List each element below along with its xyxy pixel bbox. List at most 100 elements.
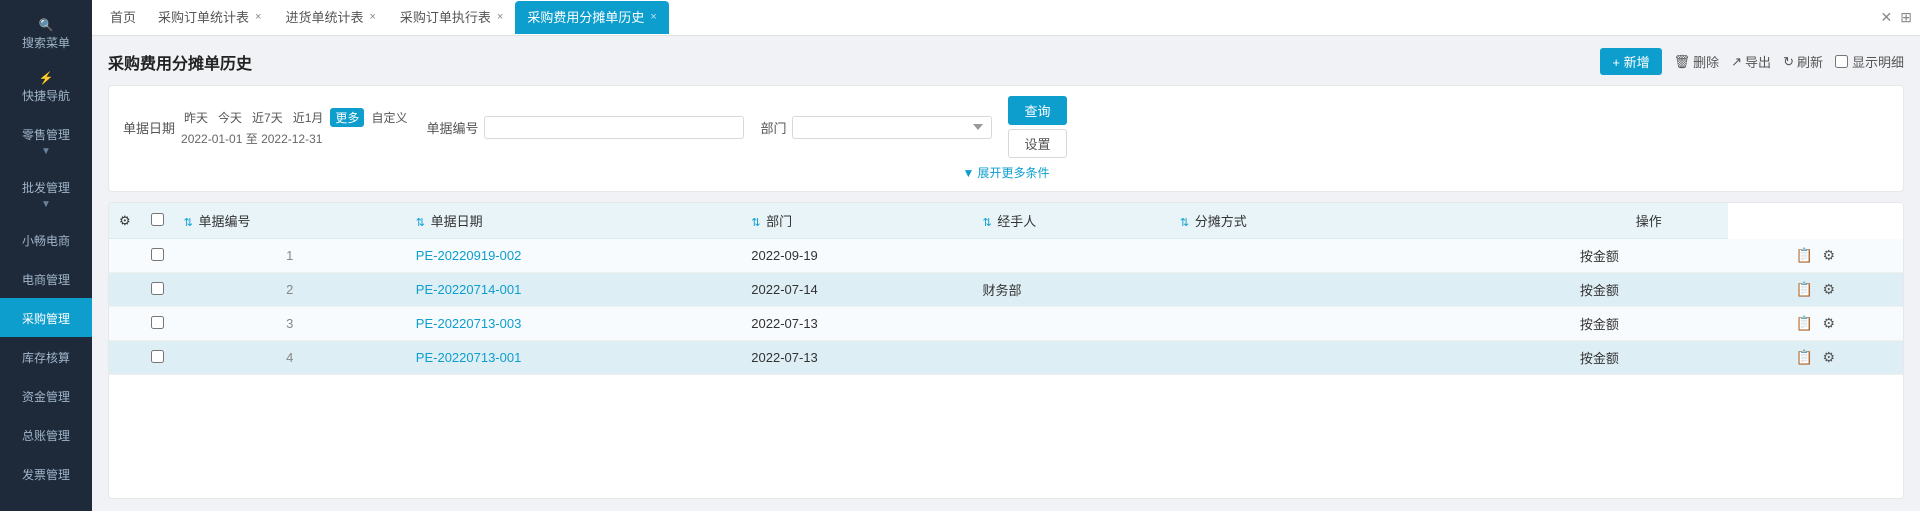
- show-labels-checkbox[interactable]: [1835, 55, 1848, 68]
- table-header-row: ⚙ ⇅ 单据编号 ⇅ 单据日期 ⇅: [109, 203, 1903, 239]
- row-settings-cell: [109, 273, 141, 307]
- date-shortcuts: 昨天 今天 近7天 近1月 更多 自定义 2022-01-01 至 2022-1…: [181, 108, 410, 147]
- shortcut-yesterday[interactable]: 昨天: [181, 108, 211, 127]
- tab-bar: 首页 采购订单统计表 × 进货单统计表 × 采购订单执行表 × 采购费用分摊单历…: [92, 0, 1920, 36]
- col-checkbox: [141, 203, 174, 239]
- edit-icon[interactable]: 📋: [1795, 247, 1812, 263]
- row-checkbox-cell[interactable]: [141, 341, 174, 375]
- table-row: 2 PE-20220714-001 2022-07-14 财务部 按金额 📋 ⚙: [109, 273, 1903, 307]
- doc-no-label: 单据编号: [426, 118, 478, 137]
- chevron-down-icon: ▼: [963, 166, 975, 180]
- date-label: 单据日期: [123, 118, 175, 137]
- close-tab-purchase-order-exec[interactable]: ×: [497, 11, 503, 23]
- sort-icon-doc-no: ⇅: [184, 217, 193, 229]
- tab-purchase-cost-history[interactable]: 采购费用分摊单历史 ×: [515, 1, 668, 34]
- sidebar-item-invoice[interactable]: 发票管理: [0, 454, 92, 493]
- query-button[interactable]: 查询: [1008, 96, 1066, 125]
- row-checkbox-cell[interactable]: [141, 239, 174, 273]
- refresh-button[interactable]: ↻ 刷新: [1783, 52, 1823, 71]
- date-range-display: 2022-01-01 至 2022-12-31: [181, 130, 410, 147]
- sidebar: 🔍 搜索菜单 ⚡ 快捷导航 零售管理 ▼ 批发管理 ▼ 小畅电商 电商管理 采购…: [0, 0, 92, 511]
- shortcut-today[interactable]: 今天: [215, 108, 245, 127]
- more-icon[interactable]: ⚙: [1823, 315, 1836, 331]
- show-labels-toggle[interactable]: 显示明细: [1835, 52, 1904, 71]
- export-button[interactable]: ↗ 导出: [1731, 52, 1771, 71]
- tab-home[interactable]: 首页: [100, 1, 146, 34]
- row-action-cell: 📋 ⚙: [1728, 239, 1903, 273]
- shortcut-1month[interactable]: 近1月: [290, 108, 327, 127]
- sidebar-item-purchase[interactable]: 采购管理: [0, 298, 92, 337]
- dept-select[interactable]: 财务部: [792, 116, 992, 139]
- row-settings-cell: [109, 307, 141, 341]
- col-settings[interactable]: ⚙: [109, 203, 141, 239]
- table-row: 4 PE-20220713-001 2022-07-13 按金额 📋 ⚙: [109, 341, 1903, 375]
- shortcut-7days[interactable]: 近7天: [249, 108, 286, 127]
- tab-purchase-order-exec[interactable]: 采购订单执行表 ×: [388, 1, 515, 34]
- filter-row: 单据日期 昨天 今天 近7天 近1月 更多 自定义 2022-01-01 至 2…: [123, 96, 1889, 158]
- expand-conditions-button[interactable]: ▼ 展开更多条件: [963, 164, 1050, 181]
- sidebar-item-ledger[interactable]: 总账管理: [0, 415, 92, 454]
- select-all-checkbox[interactable]: [151, 213, 164, 226]
- more-icon[interactable]: ⚙: [1823, 281, 1836, 297]
- sidebar-item-ecommerce[interactable]: 电商管理: [0, 259, 92, 298]
- sidebar-item-search[interactable]: 🔍 搜索菜单: [0, 8, 92, 61]
- tab-goods-stats[interactable]: 进货单统计表 ×: [273, 1, 387, 34]
- row-checkbox[interactable]: [151, 350, 164, 363]
- col-handler[interactable]: ⇅ 经手人: [972, 203, 1169, 239]
- doc-no-input[interactable]: [484, 116, 744, 139]
- edit-icon[interactable]: 📋: [1795, 349, 1812, 365]
- row-split-method: 按金额: [1570, 341, 1728, 375]
- tab-purchase-order-stats[interactable]: 采购订单统计表 ×: [146, 1, 273, 34]
- row-number: 4: [174, 341, 406, 375]
- sort-icon-dept: ⇅: [751, 217, 760, 229]
- filter-setting-button[interactable]: 设置: [1008, 129, 1066, 158]
- col-dept[interactable]: ⇅ 部门: [741, 203, 972, 239]
- sidebar-item-retail[interactable]: 零售管理 ▼: [0, 114, 92, 167]
- row-doc-no: PE-20220714-001: [406, 273, 741, 307]
- shortcut-custom[interactable]: 自定义: [368, 108, 410, 127]
- close-tab-purchase-cost-history[interactable]: ×: [650, 11, 656, 23]
- row-settings-cell: [109, 341, 141, 375]
- row-doc-no: PE-20220919-002: [406, 239, 741, 273]
- doc-no-link[interactable]: PE-20220713-001: [416, 350, 522, 365]
- row-checkbox-cell[interactable]: [141, 307, 174, 341]
- row-split-method: 按金额: [1570, 273, 1728, 307]
- more-icon[interactable]: ⚙: [1823, 247, 1836, 263]
- delete-button[interactable]: 🗑 删除: [1674, 52, 1720, 71]
- doc-no-link[interactable]: PE-20220713-003: [416, 316, 522, 331]
- close-all-tabs-icon[interactable]: ✕: [1881, 9, 1893, 26]
- row-handler: [1170, 273, 1570, 307]
- row-doc-date: 2022-07-14: [741, 273, 972, 307]
- tab-bar-right: ✕ ⊞: [1881, 9, 1912, 26]
- col-doc-date[interactable]: ⇅ 单据日期: [406, 203, 741, 239]
- dept-filter-group: 部门 财务部: [760, 116, 992, 139]
- edit-icon[interactable]: 📋: [1795, 315, 1812, 331]
- maximize-icon[interactable]: ⊞: [1900, 9, 1912, 26]
- edit-icon[interactable]: 📋: [1795, 281, 1812, 297]
- col-doc-no[interactable]: ⇅ 单据编号: [174, 203, 406, 239]
- more-icon[interactable]: ⚙: [1823, 349, 1836, 365]
- sidebar-item-quick-nav[interactable]: ⚡ 快捷导航: [0, 61, 92, 114]
- shortcut-more[interactable]: 更多: [330, 108, 364, 127]
- row-checkbox[interactable]: [151, 248, 164, 261]
- export-icon: ↗: [1731, 54, 1742, 70]
- sidebar-item-mobile[interactable]: 小畅电商: [0, 220, 92, 259]
- add-button[interactable]: + 新增: [1600, 48, 1661, 75]
- row-action-cell: 📋 ⚙: [1728, 273, 1903, 307]
- sidebar-item-wholesale[interactable]: 批发管理 ▼: [0, 167, 92, 220]
- row-doc-date: 2022-09-19: [741, 239, 972, 273]
- sidebar-item-inventory[interactable]: 库存核算: [0, 337, 92, 376]
- doc-no-link[interactable]: PE-20220714-001: [416, 282, 522, 297]
- row-checkbox-cell[interactable]: [141, 273, 174, 307]
- doc-no-link[interactable]: PE-20220919-002: [416, 248, 522, 263]
- row-doc-no: PE-20220713-003: [406, 307, 741, 341]
- row-checkbox[interactable]: [151, 282, 164, 295]
- close-tab-goods-stats[interactable]: ×: [369, 11, 375, 23]
- row-handler: [1170, 341, 1570, 375]
- row-handler: [1170, 307, 1570, 341]
- close-tab-purchase-order-stats[interactable]: ×: [255, 11, 261, 23]
- row-dept: 财务部: [972, 273, 1169, 307]
- col-split-method[interactable]: ⇅ 分摊方式: [1170, 203, 1570, 239]
- sidebar-item-finance[interactable]: 资金管理: [0, 376, 92, 415]
- row-checkbox[interactable]: [151, 316, 164, 329]
